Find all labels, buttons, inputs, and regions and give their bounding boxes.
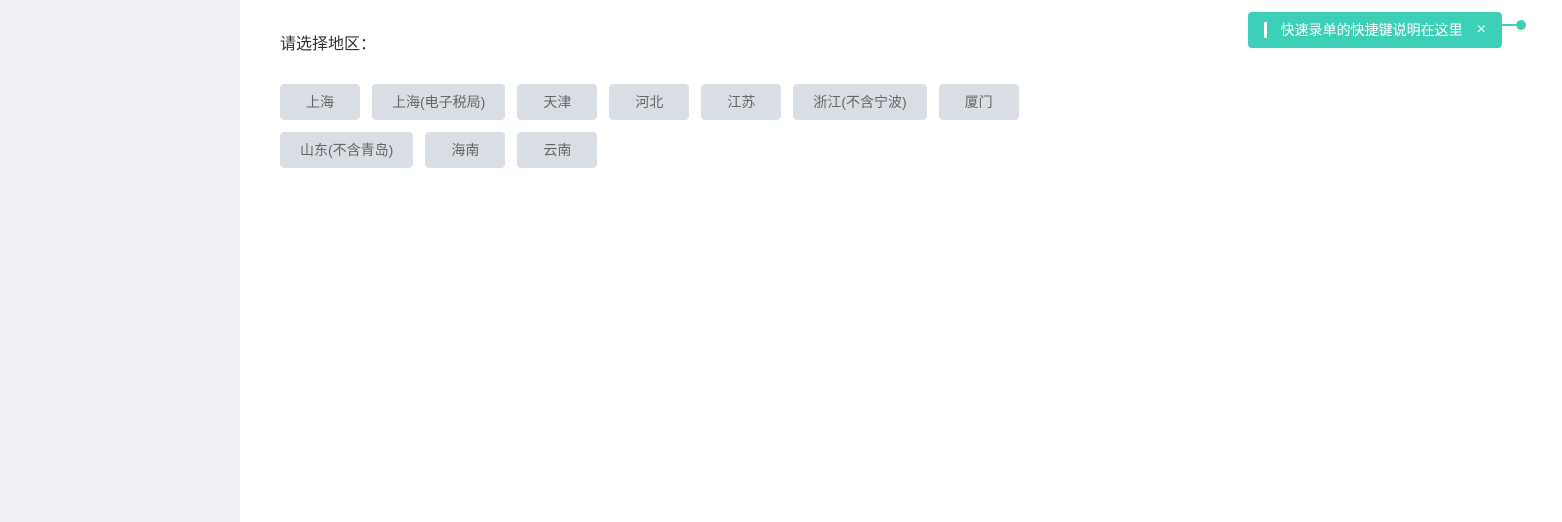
tooltip-dot-icon	[1516, 20, 1526, 30]
bar-accent-icon	[1264, 22, 1267, 38]
tooltip-text: 快速录单的快捷键说明在这里	[1281, 20, 1463, 40]
region-row-2: 山东(不含青岛) 海南云南	[280, 132, 1522, 168]
tooltip-bar: 快速录单的快捷键说明在这里 ×	[1248, 12, 1502, 48]
region-btn-zhejiang[interactable]: 浙江(不含宁波)	[793, 84, 926, 120]
region-btn-yunnan[interactable]: 云南	[517, 132, 597, 168]
region-btn-shanghai[interactable]: 上海	[280, 84, 360, 120]
close-tooltip-button[interactable]: ×	[1477, 21, 1486, 39]
region-btn-xiamen[interactable]: 厦门	[939, 84, 1019, 120]
region-row-1: 上海上海(电子税局) 天津河北江苏浙江(不含宁波) 厦门	[280, 84, 1522, 120]
region-btn-jiangsu[interactable]: 江苏	[701, 84, 781, 120]
region-btn-shanghai-etax[interactable]: 上海(电子税局)	[372, 84, 505, 120]
region-btn-hebei[interactable]: 河北	[609, 84, 689, 120]
tooltip-connector	[1498, 24, 1516, 26]
region-btn-shandong[interactable]: 山东(不含青岛)	[280, 132, 413, 168]
main-content: 请选择地区： 上海上海(电子税局)天津河北江苏浙江(不含宁波)厦门 山东(不含青…	[240, 0, 1562, 522]
region-btn-tianjin[interactable]: 天津	[517, 84, 597, 120]
region-btn-hainan[interactable]: 海南	[425, 132, 505, 168]
sidebar	[0, 0, 240, 522]
